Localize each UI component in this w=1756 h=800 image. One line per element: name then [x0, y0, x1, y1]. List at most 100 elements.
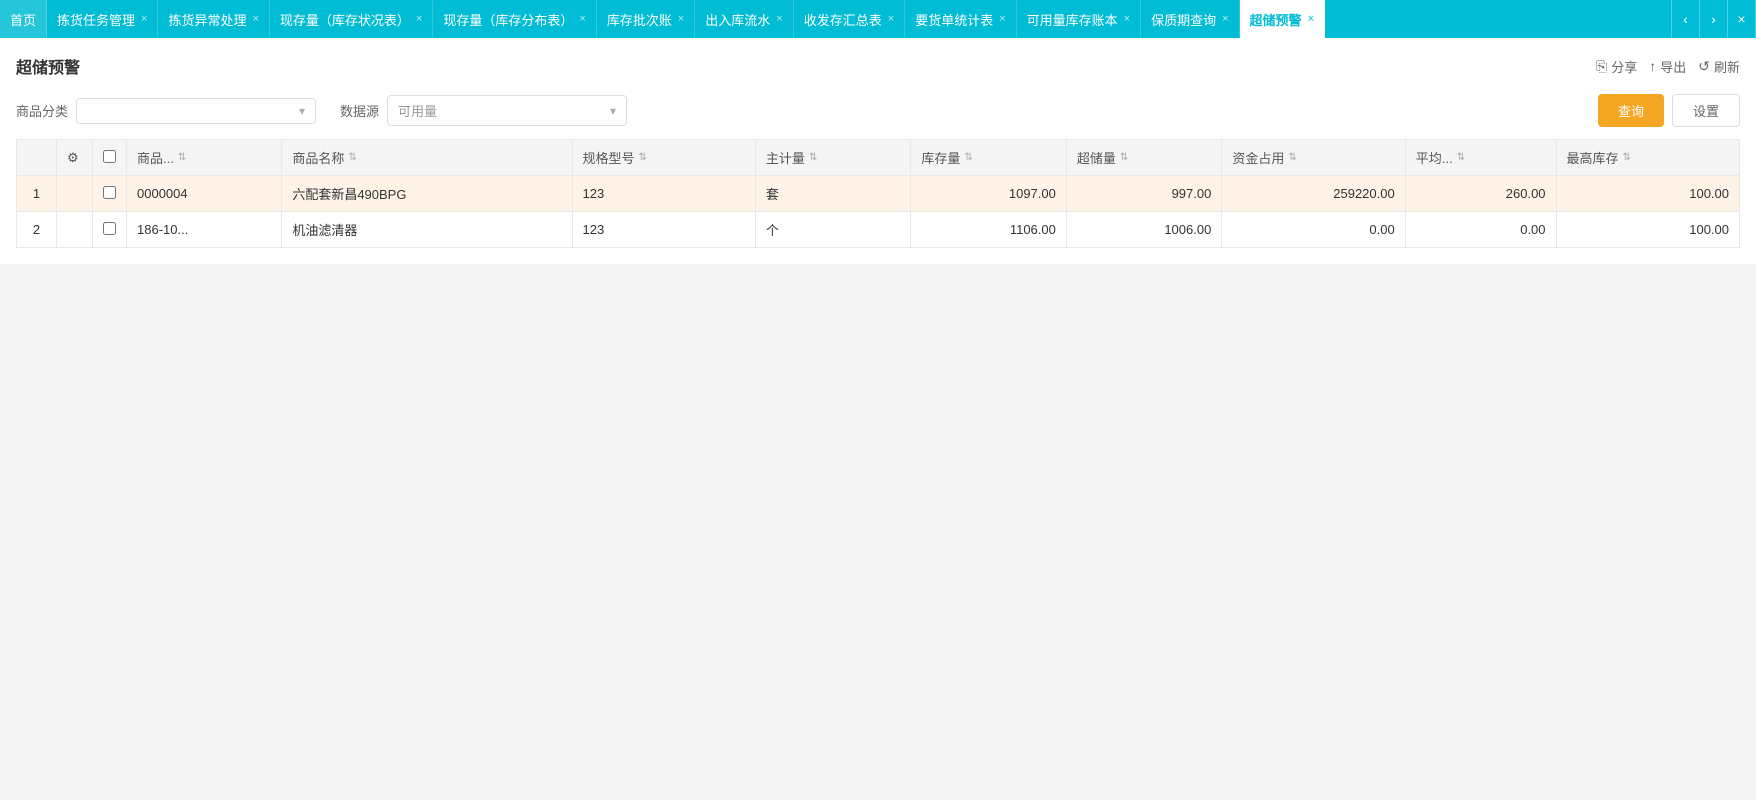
sort-product-name[interactable]: 商品名称 ⇅ [292, 148, 561, 167]
sort-icon: ⇅ [1623, 152, 1631, 163]
row-avg-price: 0.00 [1405, 212, 1556, 248]
row-checkbox[interactable] [103, 186, 116, 199]
nav-label-flow: 出入库流水 [705, 10, 770, 29]
nav-label-summary: 收发存汇总表 [804, 10, 882, 29]
sort-icon: ⇅ [348, 152, 356, 163]
category-filter-label: 商品分类 [16, 101, 68, 120]
row-spec: 123 [572, 212, 755, 248]
row-product-code: 0000004 [127, 176, 282, 212]
nav-item-summary[interactable]: 收发存汇总表 × [794, 0, 905, 38]
nav-label-task: 拣货任务管理 [57, 10, 135, 29]
th-gear: ⚙ [57, 140, 93, 176]
nav-label-batch: 库存批次账 [607, 10, 672, 29]
top-nav: 首页 拣货任务管理 × 拣货异常处理 × 现存量（库存状况表） × 现存量（库存… [0, 0, 1756, 38]
export-icon: ↑ [1649, 58, 1656, 74]
nav-arrow-close[interactable]: × [1728, 0, 1756, 38]
setting-button[interactable]: 设置 [1672, 94, 1740, 127]
th-label-capital: 资金占用 [1232, 148, 1284, 167]
row-capital: 259220.00 [1222, 176, 1405, 212]
sort-icon: ⇅ [1457, 152, 1465, 163]
nav-item-expiry[interactable]: 保质期查询 × [1141, 0, 1239, 38]
datasource-filter: 数据源 可用量 ▾ [340, 95, 627, 126]
share-button[interactable]: ⎘ 分享 [1596, 57, 1637, 76]
refresh-button[interactable]: ↺ 刷新 [1698, 57, 1740, 76]
sort-overstock[interactable]: 超储量 ⇅ [1077, 148, 1211, 167]
nav-label-stock1: 现存量（库存状况表） [280, 10, 410, 29]
th-row-num [17, 140, 57, 176]
category-filter: 商品分类 ▾ [16, 98, 316, 124]
row-max-stock: 100.00 [1556, 176, 1739, 212]
row-checkbox-cell [93, 212, 127, 248]
nav-item-requisition[interactable]: 要货单统计表 × [905, 0, 1016, 38]
table-row: 1 0000004 六配套新昌490BPG 123 套 1097.00 997.… [17, 176, 1740, 212]
nav-item-exception[interactable]: 拣货异常处理 × [158, 0, 269, 38]
page-container: 超储预警 ⎘ 分享 ↑ 导出 ↺ 刷新 商品分类 ▾ 数据源 [0, 38, 1756, 264]
filter-row: 商品分类 ▾ 数据源 可用量 ▾ 查询 设置 [16, 94, 1740, 127]
close-icon[interactable]: × [579, 13, 585, 25]
close-icon[interactable]: × [1124, 13, 1130, 25]
th-overstock: 超储量 ⇅ [1066, 140, 1221, 176]
row-capital: 0.00 [1222, 212, 1405, 248]
nav-item-stock1[interactable]: 现存量（库存状况表） × [270, 0, 433, 38]
gear-icon[interactable]: ⚙ [67, 150, 79, 165]
page-header: 超储预警 ⎘ 分享 ↑ 导出 ↺ 刷新 [16, 54, 1740, 78]
refresh-icon: ↺ [1698, 58, 1710, 75]
nav-item-flow[interactable]: 出入库流水 × [695, 0, 793, 38]
data-table: ⚙ 商品... ⇅ 商品名称 ⇅ [16, 139, 1740, 248]
th-label-product-code: 商品... [137, 148, 174, 167]
page-title: 超储预警 [16, 54, 80, 78]
close-icon[interactable]: × [888, 13, 894, 25]
nav-label-available: 可用量库存账本 [1027, 10, 1118, 29]
close-icon[interactable]: × [416, 13, 422, 25]
th-label-product-name: 商品名称 [292, 148, 344, 167]
export-label: 导出 [1660, 57, 1686, 76]
header-actions: ⎘ 分享 ↑ 导出 ↺ 刷新 [1596, 57, 1740, 76]
row-overstock: 997.00 [1066, 176, 1221, 212]
th-stock: 库存量 ⇅ [911, 140, 1066, 176]
nav-item-batch[interactable]: 库存批次账 × [597, 0, 695, 38]
category-select[interactable]: ▾ [76, 98, 316, 124]
table-header-row: ⚙ 商品... ⇅ 商品名称 ⇅ [17, 140, 1740, 176]
sort-spec[interactable]: 规格型号 ⇅ [583, 148, 745, 167]
close-icon[interactable]: × [678, 13, 684, 25]
close-icon[interactable]: × [776, 13, 782, 25]
nav-label-stock2: 现存量（库存分布表） [443, 10, 573, 29]
close-icon[interactable]: × [999, 13, 1005, 25]
export-button[interactable]: ↑ 导出 [1649, 57, 1686, 76]
datasource-select[interactable]: 可用量 ▾ [387, 95, 627, 126]
close-icon[interactable]: × [1222, 13, 1228, 25]
nav-item-overstock[interactable]: 超储预警 × [1240, 0, 1325, 38]
table-row: 2 186-10... 机油滤清器 123 个 1106.00 1006.00 … [17, 212, 1740, 248]
close-icon[interactable]: × [1308, 13, 1314, 25]
th-spec: 规格型号 ⇅ [572, 140, 755, 176]
row-stock: 1106.00 [911, 212, 1066, 248]
nav-item-task[interactable]: 拣货任务管理 × [47, 0, 158, 38]
sort-unit[interactable]: 主计量 ⇅ [766, 148, 900, 167]
nav-label-home: 首页 [10, 10, 36, 29]
sort-stock[interactable]: 库存量 ⇅ [921, 148, 1055, 167]
nav-label-overstock: 超储预警 [1250, 10, 1302, 29]
row-num: 2 [17, 212, 57, 248]
th-product-name: 商品名称 ⇅ [282, 140, 572, 176]
nav-arrow-right[interactable]: › [1700, 0, 1728, 38]
nav-item-stock2[interactable]: 现存量（库存分布表） × [433, 0, 596, 38]
row-checkbox[interactable] [103, 222, 116, 235]
nav-arrow-left[interactable]: ‹ [1672, 0, 1700, 38]
row-unit: 个 [755, 212, 910, 248]
nav-item-available[interactable]: 可用量库存账本 × [1017, 0, 1141, 38]
query-button[interactable]: 查询 [1598, 94, 1664, 127]
nav-item-home[interactable]: 首页 [0, 0, 47, 38]
close-icon[interactable]: × [141, 13, 147, 25]
th-product-code: 商品... ⇅ [127, 140, 282, 176]
sort-capital[interactable]: 资金占用 ⇅ [1232, 148, 1394, 167]
sort-icon: ⇅ [178, 152, 186, 163]
sort-product-code[interactable]: 商品... ⇅ [137, 148, 271, 167]
row-avg-price: 260.00 [1405, 176, 1556, 212]
sort-max-stock[interactable]: 最高库存 ⇅ [1567, 148, 1729, 167]
nav-label-expiry: 保质期查询 [1151, 10, 1216, 29]
row-max-stock: 100.00 [1556, 212, 1739, 248]
refresh-label: 刷新 [1714, 57, 1740, 76]
sort-avg-price[interactable]: 平均... ⇅ [1416, 148, 1546, 167]
select-all-checkbox[interactable] [103, 150, 116, 163]
close-icon[interactable]: × [252, 13, 258, 25]
